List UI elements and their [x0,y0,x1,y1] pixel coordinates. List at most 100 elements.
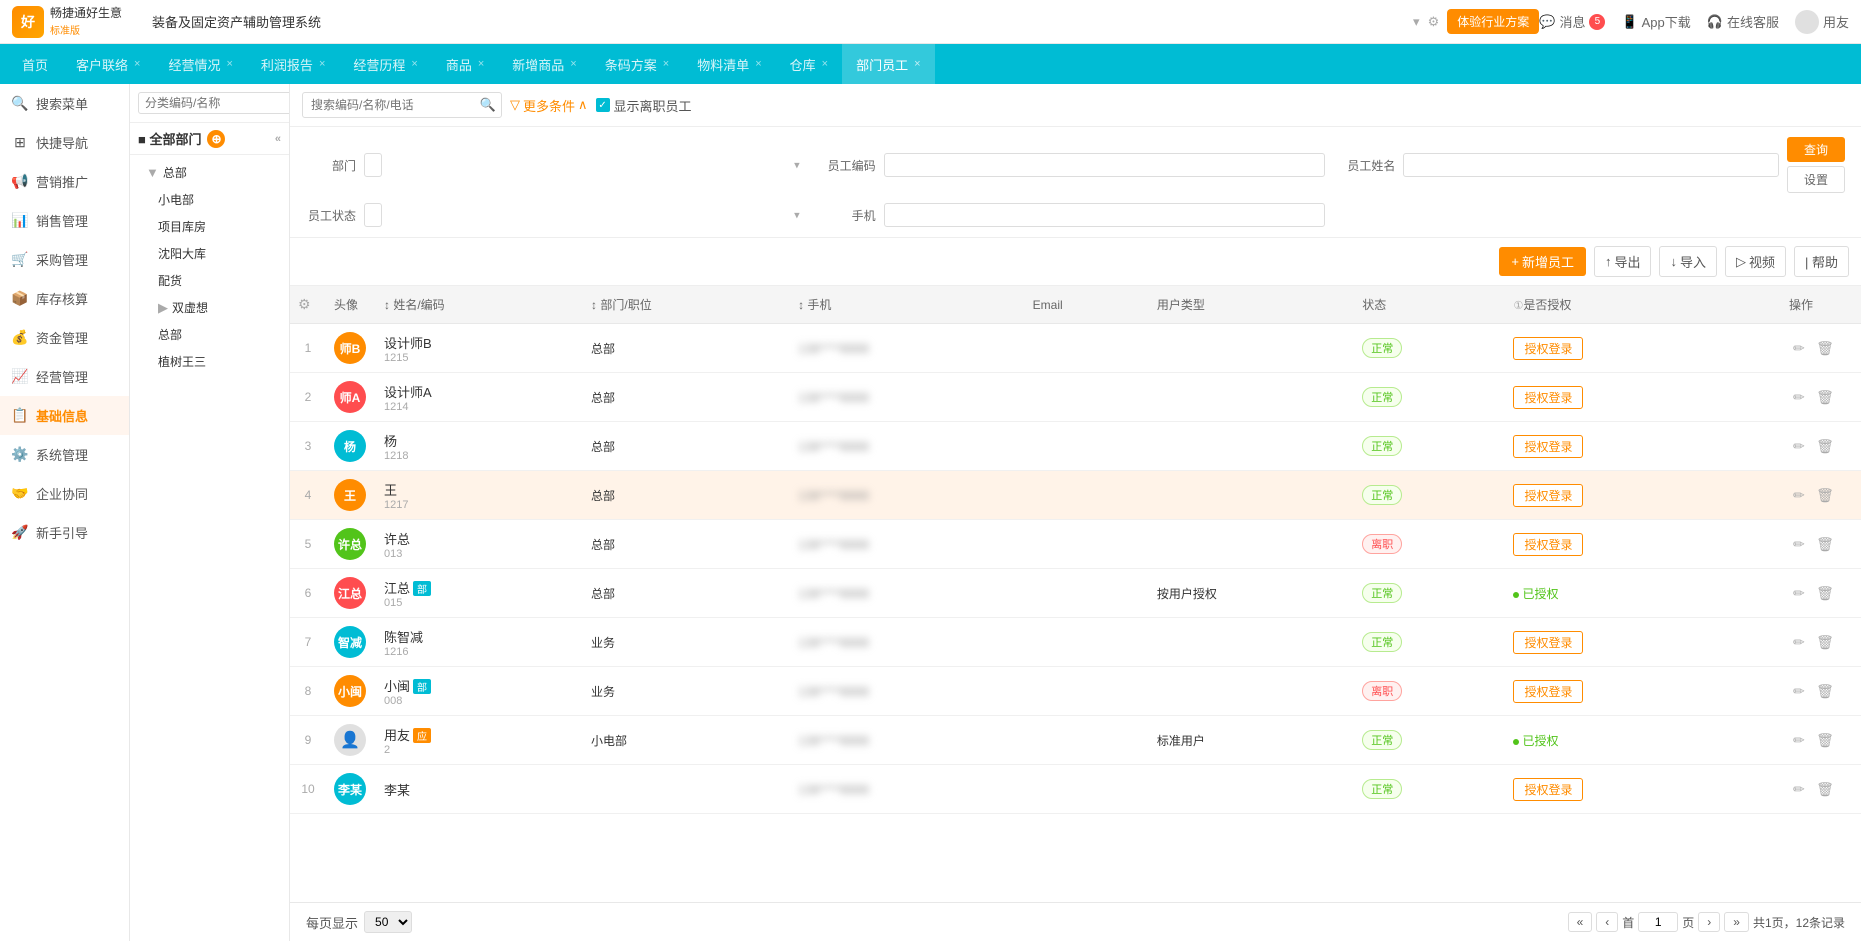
tab-close-icon[interactable]: × [478,58,484,70]
last-page-btn[interactable]: » [1724,912,1749,932]
employee-search-icon[interactable]: 🔍 [480,97,496,113]
status-filter-select[interactable] [364,203,382,227]
tab-close-icon[interactable]: × [755,58,761,70]
delete-btn[interactable]: 🗑 [1812,387,1838,408]
edit-btn[interactable]: ✏ [1789,779,1809,800]
dept-filter-select[interactable] [364,153,382,177]
tab-home[interactable]: 首页 [8,44,62,84]
sidebar-item-system[interactable]: ⚙️ 系统管理 [0,435,129,474]
dept-add-icon[interactable]: ⊕ [207,130,225,148]
tab-profit[interactable]: 利润报告 × [247,44,339,84]
auth-btn[interactable]: 授权登录 [1513,680,1583,703]
more-filter-btn[interactable]: ▽ 更多条件 ∧ [510,96,588,115]
first-page-btn[interactable]: « [1568,912,1593,932]
tab-employee[interactable]: 部门员工 × [842,44,934,84]
page-number-input[interactable] [1638,912,1678,932]
delete-btn[interactable]: 🗑 [1812,681,1838,702]
page-size-select[interactable]: 50 [364,911,412,933]
auth-btn[interactable]: 授权登录 [1513,484,1583,507]
edit-btn[interactable]: ✏ [1789,436,1809,457]
edit-btn[interactable]: ✏ [1789,632,1809,653]
col-gear[interactable]: ⚙ [290,286,326,324]
delete-btn[interactable]: 🗑 [1812,632,1838,653]
dept-node-plant[interactable]: 植树王三 [130,348,289,375]
sidebar-item-purchase[interactable]: 🛒 采购管理 [0,240,129,279]
auth-btn[interactable]: 授权登录 [1513,386,1583,409]
gear-icon[interactable]: ⚙ [298,296,311,312]
tab-close-icon[interactable]: × [822,58,828,70]
tab-close-icon[interactable]: × [411,58,417,70]
sidebar-item-sales[interactable]: 📊 销售管理 [0,201,129,240]
tab-close-icon[interactable]: × [663,58,669,70]
edit-btn[interactable]: ✏ [1789,681,1809,702]
edit-btn[interactable]: ✏ [1789,338,1809,359]
delete-btn[interactable]: 🗑 [1812,583,1838,604]
service-btn[interactable]: 🎧 在线客服 [1707,12,1779,31]
user-menu[interactable]: 用友 [1795,10,1849,34]
delete-btn[interactable]: 🗑 [1812,534,1838,555]
export-btn[interactable]: ↑ 导出 [1594,246,1652,277]
phone-input[interactable] [884,203,1326,227]
sidebar-item-basic[interactable]: 📋 基础信息 [0,396,129,435]
dept-collapse-icon[interactable]: « [275,133,281,145]
dept-node-shenyang[interactable]: 沈阳大库 [130,240,289,267]
help-btn[interactable]: | 帮助 [1794,246,1849,277]
edit-btn[interactable]: ✏ [1789,583,1809,604]
add-employee-btn[interactable]: + 新增员工 [1499,247,1586,276]
auth-btn[interactable]: 授权登录 [1513,435,1583,458]
sidebar-item-finance[interactable]: 💰 资金管理 [0,318,129,357]
tab-barcode[interactable]: 条码方案 × [591,44,683,84]
col-dept[interactable]: ↕ 部门/职位 [583,286,790,324]
auth-btn[interactable]: 授权登录 [1513,337,1583,360]
edit-btn[interactable]: ✏ [1789,387,1809,408]
tab-close-icon[interactable]: × [570,58,576,70]
sidebar-item-search[interactable]: 🔍 搜索菜单 [0,84,129,123]
experience-btn[interactable]: 体验行业方案 [1447,9,1539,34]
sidebar-item-guide[interactable]: 🚀 新手引导 [0,513,129,552]
employee-search-input[interactable] [302,92,502,118]
tab-close-icon[interactable]: × [914,58,920,70]
dept-all-btn[interactable]: ■ 全部部门 ⊕ « [130,123,289,155]
tab-close-icon[interactable]: × [134,58,140,70]
dept-node-small-electric[interactable]: 小电部 [130,186,289,213]
query-btn[interactable]: 查询 [1787,137,1845,162]
sidebar-item-inventory[interactable]: 📦 库存核算 [0,279,129,318]
dept-node-distribution[interactable]: 配货 [130,267,289,294]
edit-btn[interactable]: ✏ [1789,730,1809,751]
tab-history[interactable]: 经营历程 × [339,44,431,84]
system-name-arrow[interactable]: ▾ [1413,14,1420,30]
auth-btn[interactable]: 授权登录 [1513,631,1583,654]
show-resigned-toggle[interactable]: ✓ 显示离职员工 [596,96,692,115]
sidebar-item-collab[interactable]: 🤝 企业协同 [0,474,129,513]
dept-node-headquarters[interactable]: ▼总部 [130,159,289,186]
tab-operation[interactable]: 经营情况 × [154,44,246,84]
tab-warehouse[interactable]: 仓库 × [776,44,842,84]
auth-btn[interactable]: 授权登录 [1513,778,1583,801]
delete-btn[interactable]: 🗑 [1812,730,1838,751]
edit-btn[interactable]: ✏ [1789,534,1809,555]
tab-close-icon[interactable]: × [319,58,325,70]
dept-node-hq2[interactable]: 总部 [130,321,289,348]
emp-name-input[interactable] [1403,153,1779,177]
tab-customer[interactable]: 客户联络 × [62,44,154,84]
tab-goods[interactable]: 商品 × [432,44,498,84]
delete-btn[interactable]: 🗑 [1812,436,1838,457]
next-page-btn[interactable]: › [1698,912,1720,932]
show-resigned-checkbox[interactable]: ✓ [596,98,610,112]
dept-node-double[interactable]: ▶双虚想 [130,294,289,321]
tab-close-icon[interactable]: × [226,58,232,70]
set-btn[interactable]: 设置 [1787,166,1845,193]
tab-new-goods[interactable]: 新增商品 × [498,44,590,84]
notifications-btn[interactable]: 💬 消息 5 [1539,12,1605,31]
sidebar-item-marketing[interactable]: 📢 营销推广 [0,162,129,201]
sidebar-item-shortcut[interactable]: ⊞ 快捷导航 [0,123,129,162]
video-btn[interactable]: ▷ 视频 [1725,246,1786,277]
app-download-btn[interactable]: 📱 App下载 [1621,12,1690,31]
auth-btn[interactable]: 授权登录 [1513,533,1583,556]
dept-node-project-warehouse[interactable]: 项目库房 [130,213,289,240]
edit-btn[interactable]: ✏ [1789,485,1809,506]
emp-code-input[interactable] [884,153,1326,177]
tab-bom[interactable]: 物料清单 × [683,44,775,84]
delete-btn[interactable]: 🗑 [1812,338,1838,359]
delete-btn[interactable]: 🗑 [1812,779,1838,800]
